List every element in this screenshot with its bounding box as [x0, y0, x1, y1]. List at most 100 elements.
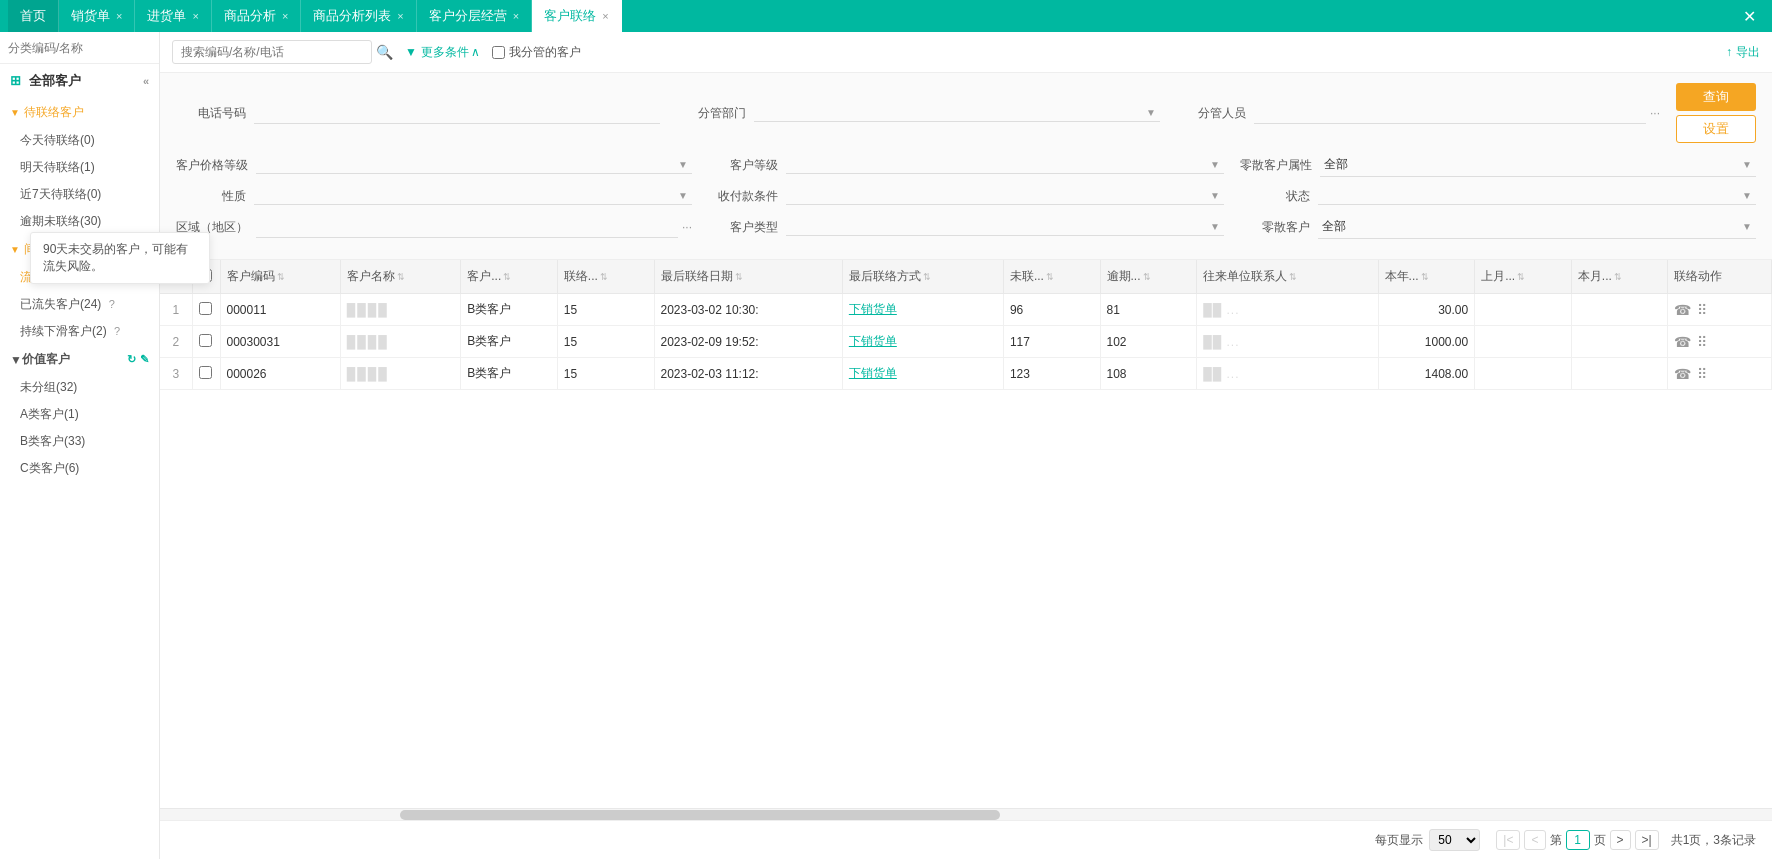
refresh-icon[interactable]: ↻ [127, 353, 136, 366]
status-select[interactable]: ▼ [1318, 187, 1756, 205]
tab-analysis[interactable]: 商品分析 × [212, 0, 301, 32]
row-last-month-2 [1475, 358, 1572, 390]
customer-type-select[interactable]: ▼ [786, 218, 1224, 236]
payment-select[interactable]: ▼ [786, 187, 1224, 205]
sidebar-item-tomorrow-contact[interactable]: 明天待联络(1) [0, 154, 159, 181]
sidebar-item-type-a-label: A类客户(1) [20, 407, 79, 421]
sidebar-group-value[interactable]: ▼ 价值客户 ↻ ✎ [0, 345, 159, 374]
tab-analysis-list[interactable]: 商品分析列表 × [301, 0, 416, 32]
row-checkbox-input-0[interactable] [199, 302, 212, 315]
tab-sales[interactable]: 销货单 × [59, 0, 135, 32]
sidebar-item-declining[interactable]: 持续下滑客户(2) ? [0, 318, 159, 345]
row-contact-method-link-1[interactable]: 下销货单 [849, 334, 897, 348]
first-page-button[interactable]: |< [1496, 830, 1520, 850]
status-label: 状态 [1240, 188, 1310, 205]
filter-search-button[interactable]: 🔍 [376, 44, 393, 60]
price-level-label: 客户价格等级 [176, 157, 248, 174]
row-code-0: 000011 [220, 294, 340, 326]
col-contacts: 联络...⇅ [557, 260, 654, 294]
phone-input[interactable] [254, 103, 660, 124]
retail-attr-select[interactable]: 全部 ▼ [1320, 153, 1756, 177]
filter-search-input[interactable] [172, 40, 372, 64]
row-last-contact-method-2[interactable]: 下销货单 [842, 358, 1003, 390]
prev-page-button[interactable]: < [1524, 830, 1545, 850]
customer-type-label: 客户类型 [708, 219, 778, 236]
filter-more-button[interactable]: ▼ 更多条件 ∧ [405, 44, 480, 61]
filter-icon: ▼ [405, 45, 417, 59]
row-checkbox-1[interactable] [192, 326, 220, 358]
my-customers-checkbox[interactable] [492, 46, 505, 59]
row-overdue-1: 102 [1100, 326, 1197, 358]
phone-action-icon-2[interactable]: ☎ [1674, 366, 1691, 382]
window-close-button[interactable]: ✕ [1735, 7, 1764, 26]
row-not-contacted-0: 96 [1003, 294, 1100, 326]
per-page-select[interactable]: 50 100 [1429, 829, 1480, 851]
sidebar-item-type-b[interactable]: B类客户(33) [0, 428, 159, 455]
tab-customer-contact-close[interactable]: × [602, 10, 608, 22]
sidebar-item-already-churn[interactable]: 已流失客户(24) ? [0, 291, 159, 318]
question-icon: ? [109, 298, 115, 310]
table-row: 3 000026 ████ B类客户 15 2023-02-03 11:12: … [160, 358, 1772, 390]
region-input[interactable] [256, 217, 678, 238]
sidebar-item-today-contact[interactable]: 今天待联络(0) [0, 127, 159, 154]
tab-analysis-list-close[interactable]: × [397, 10, 403, 22]
more-action-icon-2[interactable]: ⠿ [1697, 366, 1707, 382]
customer-level-select[interactable]: ▼ [786, 156, 1224, 174]
tab-sales-close[interactable]: × [116, 10, 122, 22]
row-checkbox-0[interactable] [192, 294, 220, 326]
filter-chevron-icon: ∧ [471, 45, 480, 59]
sidebar-item-week-contact[interactable]: 近7天待联络(0) [0, 181, 159, 208]
phone-action-icon-0[interactable]: ☎ [1674, 302, 1691, 318]
more-action-icon-0[interactable]: ⠿ [1697, 302, 1707, 318]
filter-row-2: 客户价格等级 ▼ 客户等级 ▼ 零散客户属性 [176, 153, 1756, 177]
next-page-button[interactable]: > [1610, 830, 1631, 850]
tab-customer-tier-close[interactable]: × [513, 10, 519, 22]
tab-customer-tier[interactable]: 客户分层经营 × [417, 0, 532, 32]
row-not-contacted-2: 123 [1003, 358, 1100, 390]
query-button[interactable]: 查询 [1676, 83, 1756, 111]
grid-icon: ⊞ [10, 73, 21, 88]
horizontal-scrollbar[interactable] [160, 808, 1772, 820]
row-last-contact-method-1[interactable]: 下销货单 [842, 326, 1003, 358]
phone-action-icon-1[interactable]: ☎ [1674, 334, 1691, 350]
sidebar-item-type-c[interactable]: C类客户(6) [0, 455, 159, 482]
col-last-month: 上月...⇅ [1475, 260, 1572, 294]
sidebar-group-pending-contact[interactable]: ▼ 待联络客户 [0, 98, 159, 127]
tab-purchase-close[interactable]: × [192, 10, 198, 22]
more-action-icon-1[interactable]: ⠿ [1697, 334, 1707, 350]
sidebar-item-today-contact-label: 今天待联络(0) [20, 133, 95, 147]
tab-analysis-close[interactable]: × [282, 10, 288, 22]
sidebar-root[interactable]: ⊞ 全部客户 « [0, 64, 159, 98]
manager-dots[interactable]: ··· [1650, 106, 1660, 120]
row-contact-method-link-0[interactable]: 下销货单 [849, 302, 897, 316]
price-level-select[interactable]: ▼ [256, 156, 692, 174]
last-page-button[interactable]: >| [1635, 830, 1659, 850]
edit-icon[interactable]: ✎ [140, 353, 149, 366]
sidebar-collapse-icon[interactable]: « [143, 75, 149, 87]
scroll-thumb[interactable] [400, 810, 1000, 820]
row-contact-method-link-2[interactable]: 下销货单 [849, 366, 897, 380]
arrow-right-value: ▼ [10, 353, 22, 367]
my-customers-checkbox-label[interactable]: 我分管的客户 [492, 44, 581, 61]
sidebar-search-input[interactable] [8, 41, 158, 55]
manager-input[interactable] [1254, 103, 1646, 124]
sidebar-item-type-a[interactable]: A类客户(1) [0, 401, 159, 428]
row-checkbox-input-2[interactable] [199, 366, 212, 379]
dept-arrow-icon: ▼ [1146, 107, 1156, 118]
tab-purchase[interactable]: 进货单 × [135, 0, 211, 32]
tab-customer-contact[interactable]: 客户联络 × [532, 0, 621, 32]
export-button[interactable]: ↑ 导出 [1726, 44, 1760, 61]
retail-customer-select[interactable]: 全部 ▼ [1318, 215, 1756, 239]
gender-select[interactable]: ▼ [254, 187, 692, 205]
settings-button[interactable]: 设置 [1676, 115, 1756, 143]
total-records: 共1页，3条记录 [1671, 832, 1756, 849]
row-last-contact-method-0[interactable]: 下销货单 [842, 294, 1003, 326]
sidebar-item-ungroup[interactable]: 未分组(32) [0, 374, 159, 401]
tab-home[interactable]: 首页 [8, 0, 59, 32]
sidebar-item-overdue-contact[interactable]: 逾期未联络(30) [0, 208, 159, 235]
row-checkbox-2[interactable] [192, 358, 220, 390]
region-dots[interactable]: ··· [682, 220, 692, 234]
row-checkbox-input-1[interactable] [199, 334, 212, 347]
retail-customer-arrow-icon: ▼ [1742, 221, 1752, 232]
dept-select[interactable]: ▼ [754, 104, 1160, 122]
